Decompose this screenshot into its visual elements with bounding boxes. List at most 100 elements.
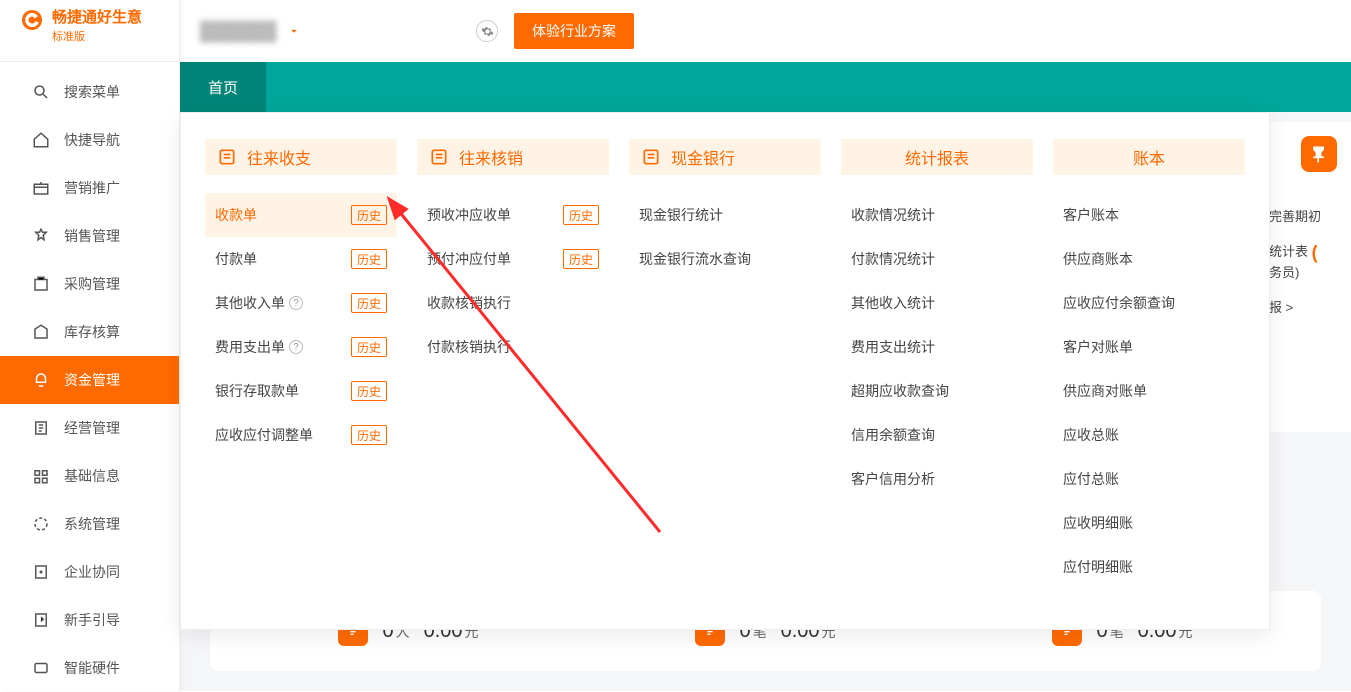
menu-item[interactable]: 应收明细账 xyxy=(1053,501,1245,545)
nav-label: 采购管理 xyxy=(64,274,120,294)
sidebar-item-0[interactable]: 搜索菜单 xyxy=(0,68,179,116)
history-pill[interactable]: 历史 xyxy=(351,249,387,269)
sidebar-item-7[interactable]: 经营管理 xyxy=(0,404,179,452)
menu-item[interactable]: 银行存取款单历史 xyxy=(205,369,397,413)
nav-icon xyxy=(32,563,50,581)
history-pill[interactable]: 历史 xyxy=(351,205,387,225)
sidebar-item-4[interactable]: 采购管理 xyxy=(0,260,179,308)
nav-label: 智能硬件 xyxy=(64,658,120,678)
flyout-col-header: 账本 xyxy=(1053,139,1245,175)
menu-item[interactable]: 客户对账单 xyxy=(1053,325,1245,369)
sidebar-item-1[interactable]: 快捷导航 xyxy=(0,116,179,164)
menu-item[interactable]: 现金银行统计 xyxy=(629,193,821,237)
menu-item[interactable]: 供应商账本 xyxy=(1053,237,1245,281)
menu-item[interactable]: 信用余额查询 xyxy=(841,413,1033,457)
menu-item[interactable]: 现金银行流水查询 xyxy=(629,237,821,281)
right-card-link-2[interactable]: 统计表 ( 务员) xyxy=(1269,241,1318,281)
help-icon[interactable]: ? xyxy=(289,296,303,310)
nav-label: 资金管理 xyxy=(64,370,120,390)
brand-title: 畅捷通好生意 xyxy=(52,8,142,28)
nav-label: 营销推广 xyxy=(64,178,120,198)
nav-label: 快捷导航 xyxy=(64,130,120,150)
tab-strip: 首页 xyxy=(180,62,1351,112)
history-pill[interactable]: 历史 xyxy=(563,249,599,269)
menu-item[interactable]: 超期应收款查询 xyxy=(841,369,1033,413)
sidebar-item-8[interactable]: 基础信息 xyxy=(0,452,179,500)
flyout-col-header: 往来收支 xyxy=(205,139,397,175)
nav-label: 系统管理 xyxy=(64,514,120,534)
menu-item[interactable]: 应付总账 xyxy=(1053,457,1245,501)
nav-icon xyxy=(32,515,50,533)
right-card-link-1[interactable]: 完善期初 xyxy=(1269,206,1321,225)
nav-icon xyxy=(32,419,50,437)
history-pill[interactable]: 历史 xyxy=(563,205,599,225)
menu-item[interactable]: 收款核销执行 xyxy=(417,281,609,325)
sidebar-item-10[interactable]: 企业协同 xyxy=(0,548,179,596)
gear-icon xyxy=(481,25,494,38)
brand-logo-icon xyxy=(20,8,44,32)
nav-label: 基础信息 xyxy=(64,466,120,486)
menu-item[interactable]: 预收冲应收单历史 xyxy=(417,193,609,237)
menu-item[interactable]: 客户信用分析 xyxy=(841,457,1033,501)
nav-icon xyxy=(32,323,50,341)
menu-item[interactable]: 费用支出单?历史 xyxy=(205,325,397,369)
menu-item[interactable]: 收款单历史 xyxy=(205,193,397,237)
menu-item[interactable]: 应收总账 xyxy=(1053,413,1245,457)
nav-label: 经营管理 xyxy=(64,418,120,438)
right-card-link-3[interactable]: 报 > xyxy=(1269,297,1293,316)
cta-button[interactable]: 体验行业方案 xyxy=(514,13,634,49)
sidebar: 畅捷通好生意 标准版 搜索菜单快捷导航营销推广销售管理采购管理库存核算资金管理经… xyxy=(0,0,180,691)
tab-home[interactable]: 首页 xyxy=(180,62,266,112)
settings-button[interactable] xyxy=(476,20,498,42)
sidebar-item-6[interactable]: 资金管理 xyxy=(0,356,179,404)
nav-icon xyxy=(32,131,50,149)
menu-item[interactable]: 供应商对账单 xyxy=(1053,369,1245,413)
menu-item[interactable]: 付款单历史 xyxy=(205,237,397,281)
menu-item[interactable]: 预付冲应付单历史 xyxy=(417,237,609,281)
tab-label: 首页 xyxy=(208,77,238,98)
nav-icon xyxy=(32,611,50,629)
flyout-col-header: 统计报表 xyxy=(841,139,1033,175)
menu-item[interactable]: 应收应付调整单历史 xyxy=(205,413,397,457)
menu-item[interactable]: 其他收入单?历史 xyxy=(205,281,397,325)
history-pill[interactable]: 历史 xyxy=(351,425,387,445)
menu-item[interactable]: 费用支出统计 xyxy=(841,325,1033,369)
nav-icon xyxy=(32,659,50,677)
menu-item[interactable]: 收款情况统计 xyxy=(841,193,1033,237)
history-pill[interactable]: 历史 xyxy=(351,337,387,357)
nav-label: 搜索菜单 xyxy=(64,82,120,102)
menu-item[interactable]: 应收应付余额查询 xyxy=(1053,281,1245,325)
nav-label: 新手引导 xyxy=(64,610,120,630)
nav-icon xyxy=(32,83,50,101)
sidebar-item-2[interactable]: 营销推广 xyxy=(0,164,179,212)
flyout-col-2: 现金银行现金银行统计现金银行流水查询 xyxy=(629,139,821,589)
doc-icon xyxy=(429,147,449,167)
sidebar-item-9[interactable]: 系统管理 xyxy=(0,500,179,548)
nav-icon xyxy=(32,179,50,197)
sidebar-item-11[interactable]: 新手引导 xyxy=(0,596,179,644)
nav-icon xyxy=(32,275,50,293)
nav-label: 库存核算 xyxy=(64,322,120,342)
help-icon[interactable]: ? xyxy=(289,340,303,354)
flyout-col-0: 往来收支收款单历史付款单历史其他收入单?历史费用支出单?历史银行存取款单历史应收… xyxy=(205,139,397,589)
sidebar-item-12[interactable]: 智能硬件 xyxy=(0,644,179,692)
nav-icon xyxy=(32,227,50,245)
org-name: ██████ xyxy=(200,21,277,42)
menu-item[interactable]: 付款核销执行 xyxy=(417,325,609,369)
right-side-card: 完善期初 统计表 ( 务员) 报 > xyxy=(1261,122,1351,432)
sidebar-item-5[interactable]: 库存核算 xyxy=(0,308,179,356)
menu-item[interactable]: 应付明细账 xyxy=(1053,545,1245,589)
funds-megamenu: 往来收支收款单历史付款单历史其他收入单?历史费用支出单?历史银行存取款单历史应收… xyxy=(180,112,1270,630)
flyout-col-3: 统计报表收款情况统计付款情况统计其他收入统计费用支出统计超期应收款查询信用余额查… xyxy=(841,139,1033,589)
nav-icon xyxy=(32,467,50,485)
history-pill[interactable]: 历史 xyxy=(351,293,387,313)
org-selector[interactable]: ██████ xyxy=(200,21,460,42)
menu-item[interactable]: 其他收入统计 xyxy=(841,281,1033,325)
menu-item[interactable]: 付款情况统计 xyxy=(841,237,1033,281)
sidebar-item-3[interactable]: 销售管理 xyxy=(0,212,179,260)
nav-label: 销售管理 xyxy=(64,226,120,246)
history-pill[interactable]: 历史 xyxy=(351,381,387,401)
pin-icon xyxy=(1301,136,1337,172)
topbar: ██████ 体验行业方案 xyxy=(180,0,1351,62)
menu-item[interactable]: 客户账本 xyxy=(1053,193,1245,237)
